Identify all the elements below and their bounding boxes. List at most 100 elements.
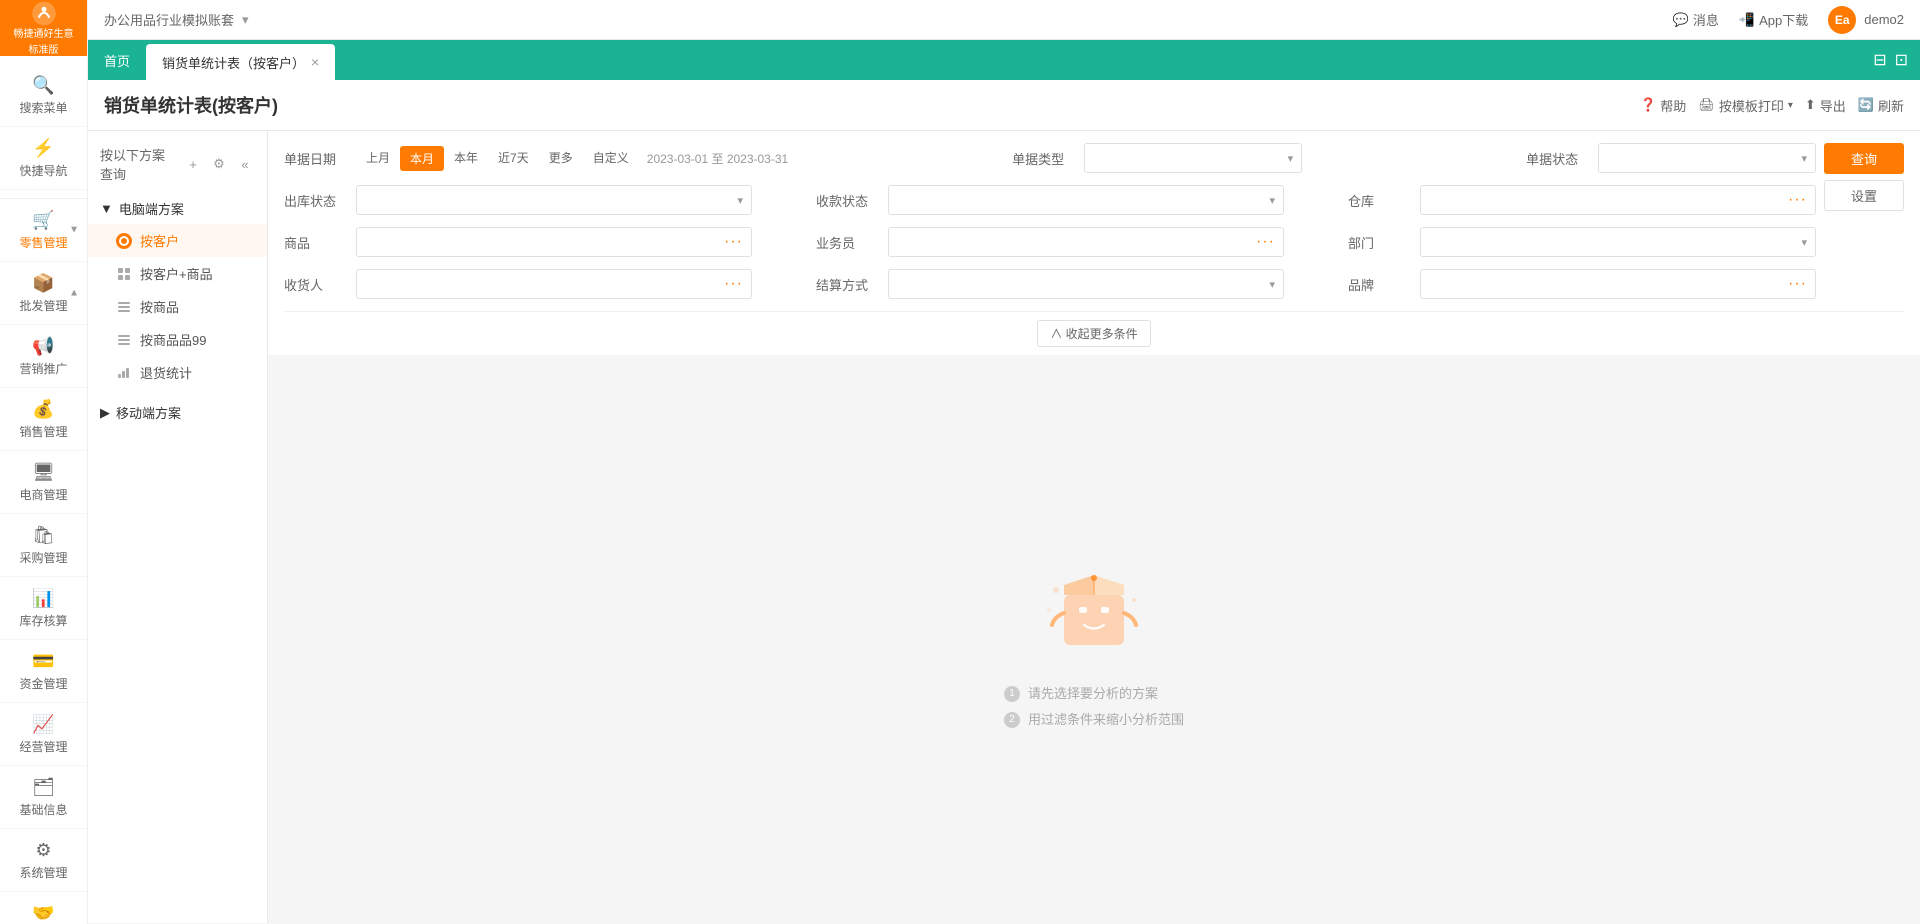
scheme-collapse-btn[interactable]: « (235, 154, 255, 174)
filter-row-1: 单据日期 上月 本月 本年 近7天 更多 自定义 2023-03-01 至 20… (284, 143, 1816, 173)
this-month-btn[interactable]: 本月 (400, 146, 444, 171)
more-btn[interactable]: 更多 (539, 145, 583, 172)
page-content: 销货单统计表(按客户) ❓ 帮助 🖨 按模板打印 ▾ ⬆ 导出 🔄 刷新 (88, 80, 1920, 924)
scheme-item-by-customer-product[interactable]: 按客户+商品 (88, 257, 267, 290)
app-download-label: App下载 (1759, 10, 1808, 29)
warehouse-select[interactable]: ··· (1420, 185, 1816, 215)
operation-icon: 📈 (33, 713, 55, 735)
finance-icon: 💳 (33, 650, 55, 672)
scheme-item-return[interactable]: 退货统计 (88, 356, 267, 389)
breadcrumb-dropdown-icon[interactable]: ▾ (242, 12, 249, 28)
brand-select[interactable]: ··· (1420, 269, 1816, 299)
operation-label: 经营管理 (19, 738, 67, 755)
type-select[interactable]: ▾ (1084, 143, 1302, 173)
collapse-btn[interactable]: ∧ 收起更多条件 (1037, 320, 1150, 347)
breadcrumb: 办公用品行业模拟账套 (104, 10, 234, 29)
brand-label: 品牌 (1348, 275, 1408, 294)
retail-arrow: ▼ (69, 225, 79, 236)
window-maximize-btn[interactable]: ⊡ (1895, 50, 1908, 70)
settle-label: 结算方式 (816, 275, 876, 294)
recipient-dots: ··· (724, 275, 743, 293)
settle-select[interactable]: ▾ (888, 269, 1284, 299)
desktop-section-title[interactable]: ▼ 电脑端方案 (88, 193, 267, 224)
this-year-btn[interactable]: 本年 (444, 145, 488, 172)
user-menu[interactable]: Ea demo2 (1828, 6, 1904, 34)
sidebar-item-basic[interactable]: 🗂 基础信息 (0, 766, 87, 829)
by-customer-icon (116, 233, 132, 249)
mobile-section-label: 移动端方案 (116, 403, 181, 422)
filter-row-3: 商品 ··· 业务员 ··· (284, 227, 1816, 257)
salesperson-select[interactable]: ··· (888, 227, 1284, 257)
type-label: 单据类型 (1012, 149, 1072, 168)
sidebar-item-quicknav[interactable]: ⚡ 快捷导航 (0, 127, 87, 190)
sidebar-item-retail[interactable]: 🛒 零售管理 ▼ (0, 199, 87, 262)
message-btn[interactable]: 💬 消息 (1673, 10, 1719, 29)
system-icon: ⚙ (33, 839, 55, 861)
tab-close-btn[interactable]: × (311, 55, 319, 69)
sidebar-item-system[interactable]: ⚙ 系统管理 (0, 829, 87, 892)
retail-label: 零售管理 (19, 234, 67, 251)
status-select[interactable]: ▾ (1598, 143, 1816, 173)
export-btn[interactable]: ⬆ 导出 (1805, 96, 1846, 115)
app-logo[interactable]: 畅捷通好生意 标准版 (0, 0, 88, 56)
recipient-label: 收货人 (284, 275, 344, 294)
date-filter-label: 单据日期 (284, 149, 344, 168)
sidebar-item-finance[interactable]: 💳 资金管理 (0, 640, 87, 703)
scheme-panel-header: 按以下方案查询 + ⚙ « (88, 139, 267, 189)
product-select[interactable]: ··· (356, 227, 752, 257)
scheme-settings-btn[interactable]: ⚙ (209, 154, 229, 174)
filter-row-4: 收货人 ··· 结算方式 ▾ (284, 269, 1816, 299)
by-product-99-icon (116, 332, 132, 348)
by-customer-label: 按客户 (140, 231, 179, 250)
scheme-item-by-product[interactable]: 按商品 (88, 290, 267, 323)
pay-status-select[interactable]: ▾ (888, 185, 1284, 215)
tab-sales-stats[interactable]: 销货单统计表（按客户） × (146, 44, 335, 80)
scheme-add-btn[interactable]: + (183, 154, 203, 174)
sidebar-item-search[interactable]: 🔍 搜索菜单 (0, 64, 87, 127)
finance-label: 资金管理 (19, 675, 67, 692)
sidebar-item-sales[interactable]: 💰 销售管理 (0, 388, 87, 451)
sidebar-item-marketing[interactable]: 📢 营销推广 (0, 325, 87, 388)
sidebar-item-operation[interactable]: 📈 经营管理 (0, 703, 87, 766)
sidebar-item-cooperation[interactable]: 🤝 企业协同 (0, 892, 87, 924)
query-btn[interactable]: 查询 (1824, 143, 1904, 174)
wholesale-icon: 📦 (33, 272, 55, 294)
custom-btn[interactable]: 自定义 (583, 145, 639, 172)
hint-text-1: 请先选择要分析的方案 (1028, 681, 1158, 707)
sales-icon: 💰 (33, 398, 55, 420)
user-name: demo2 (1864, 12, 1904, 27)
out-status-select[interactable]: ▾ (356, 185, 752, 215)
type-select-arrow: ▾ (1288, 152, 1294, 165)
home-tab-label: 首页 (104, 51, 130, 70)
department-select[interactable]: ▾ (1420, 227, 1816, 257)
cooperation-icon: 🤝 (33, 902, 55, 924)
marketing-icon: 📢 (33, 335, 55, 357)
tab-home[interactable]: 首页 (88, 40, 146, 80)
print-label: 按模板打印 (1719, 96, 1784, 115)
print-btn[interactable]: 🖨 按模板打印 ▾ (1698, 96, 1793, 115)
app-download-btn[interactable]: 📲 App下载 (1739, 10, 1808, 29)
desktop-section: ▼ 电脑端方案 按客户 (88, 189, 267, 393)
sidebar-item-ecommerce[interactable]: 🖥 电商管理 (0, 451, 87, 514)
last-month-btn[interactable]: 上月 (356, 145, 400, 172)
help-btn[interactable]: ❓ 帮助 (1640, 96, 1686, 115)
product-dots: ··· (724, 233, 743, 251)
ecommerce-label: 电商管理 (19, 486, 67, 503)
scheme-item-by-product-99[interactable]: 按商品品99 (88, 323, 267, 356)
sidebar-item-inventory[interactable]: 📊 库存核算 (0, 577, 87, 640)
scheme-item-by-customer[interactable]: 按客户 (88, 224, 267, 257)
ecommerce-icon: 🖥 (33, 461, 55, 483)
sidebar-item-purchase[interactable]: 🛍 采购管理 (0, 514, 87, 577)
hint-num-1: 1 (1004, 686, 1020, 702)
basic-label: 基础信息 (19, 801, 67, 818)
settings-btn[interactable]: 设置 (1824, 180, 1904, 211)
refresh-btn[interactable]: 🔄 刷新 (1858, 96, 1904, 115)
recipient-select[interactable]: ··· (356, 269, 752, 299)
mobile-section-title[interactable]: ▶ 移动端方案 (88, 397, 267, 428)
out-status-label: 出库状态 (284, 191, 344, 210)
top-header: 办公用品行业模拟账套 ▾ 💬 消息 📲 App下载 Ea demo2 (88, 0, 1920, 40)
last-7-days-btn[interactable]: 近7天 (488, 145, 539, 172)
header-right: 💬 消息 📲 App下载 Ea demo2 (1673, 6, 1904, 34)
window-minimize-btn[interactable]: ⊟ (1873, 50, 1886, 70)
sidebar-item-wholesale[interactable]: 📦 批发管理 ▲ (0, 262, 87, 325)
